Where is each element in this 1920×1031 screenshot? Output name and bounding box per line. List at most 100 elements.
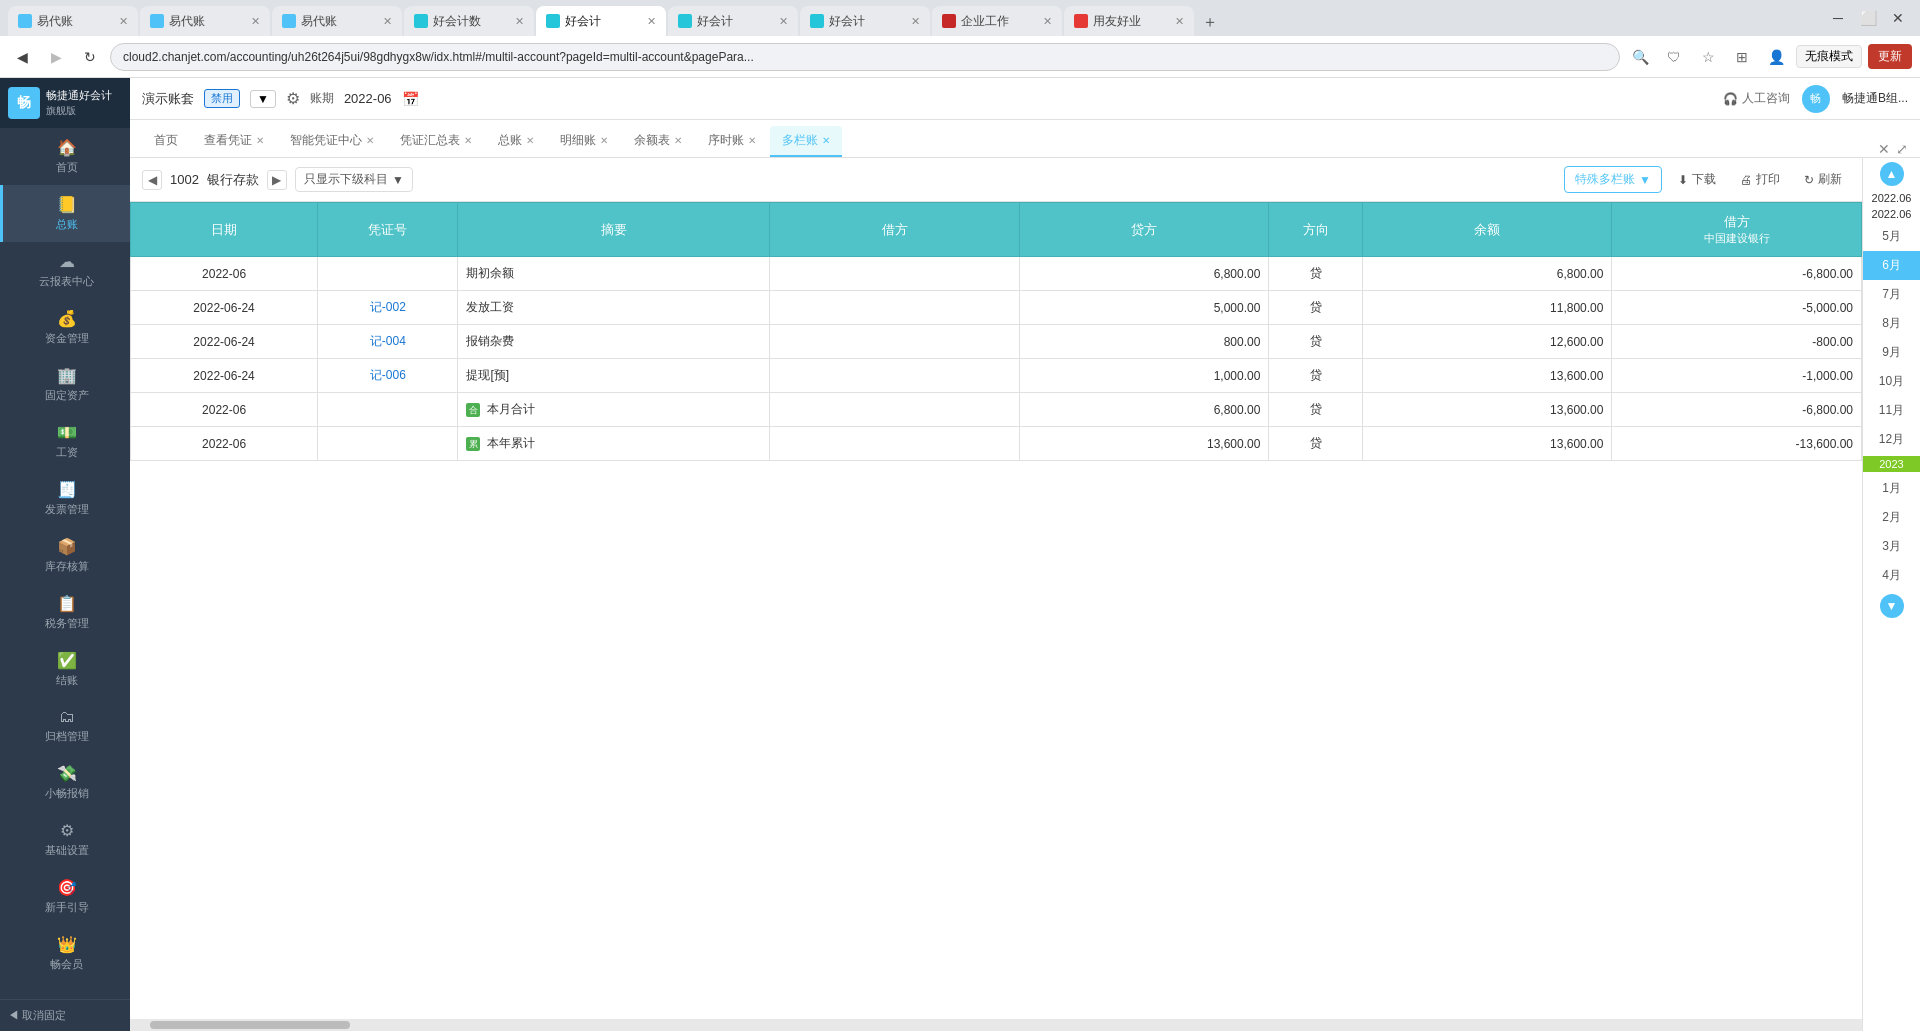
- tab-close-smart[interactable]: ✕: [366, 135, 374, 146]
- month-apr-2023[interactable]: 4月: [1863, 561, 1920, 590]
- tab-close-detail[interactable]: ✕: [600, 135, 608, 146]
- tab-close-balance[interactable]: ✕: [674, 135, 682, 146]
- update-button[interactable]: 更新: [1868, 44, 1912, 69]
- close-button[interactable]: ✕: [1884, 4, 1912, 32]
- horizontal-scrollbar[interactable]: [130, 1019, 1862, 1031]
- voucher-link-3[interactable]: 记-004: [370, 334, 406, 348]
- tab-voucher-summary[interactable]: 凭证汇总表 ✕: [388, 126, 484, 157]
- voucher-link-4[interactable]: 记-006: [370, 368, 406, 382]
- month-july[interactable]: 7月: [1863, 280, 1920, 309]
- tab-close-general[interactable]: ✕: [526, 135, 534, 146]
- browser-tab-1[interactable]: 易代账 ✕: [8, 6, 138, 36]
- calendar-icon[interactable]: 📅: [402, 91, 419, 107]
- special-multi-column-button[interactable]: 特殊多栏账 ▼: [1564, 166, 1662, 193]
- tab-general-ledger[interactable]: 总账 ✕: [486, 126, 546, 157]
- month-october[interactable]: 10月: [1863, 367, 1920, 396]
- cell-voucher-3[interactable]: 记-004: [318, 325, 458, 359]
- collapse-panel-button[interactable]: ✕: [1878, 141, 1890, 157]
- voucher-link-2[interactable]: 记-002: [370, 300, 406, 314]
- tab-close-7[interactable]: ✕: [911, 15, 920, 28]
- gear-settings-icon[interactable]: ⚙: [286, 89, 300, 108]
- month-feb-2023[interactable]: 2月: [1863, 503, 1920, 532]
- reload-button[interactable]: ↻: [76, 43, 104, 71]
- browser-tab-7[interactable]: 好会计 ✕: [800, 6, 930, 36]
- tab-close-sequence[interactable]: ✕: [748, 135, 756, 146]
- month-december[interactable]: 12月: [1863, 425, 1920, 454]
- sidebar-footer[interactable]: ◀ 取消固定: [0, 999, 130, 1031]
- split-screen-icon[interactable]: ⊞: [1728, 43, 1756, 71]
- print-button[interactable]: 🖨 打印: [1732, 167, 1788, 192]
- sidebar-item-inventory[interactable]: 📦 库存核算: [0, 527, 130, 584]
- tab-sequence[interactable]: 序时账 ✕: [696, 126, 768, 157]
- tab-close-6[interactable]: ✕: [779, 15, 788, 28]
- tab-close-8[interactable]: ✕: [1043, 15, 1052, 28]
- user-name-label[interactable]: 畅捷通B组...: [1842, 90, 1908, 107]
- sidebar-item-reports[interactable]: ☁ 云报表中心: [0, 242, 130, 299]
- month-june[interactable]: 6月: [1863, 251, 1920, 280]
- month-november[interactable]: 11月: [1863, 396, 1920, 425]
- browser-tab-6[interactable]: 好会计 ✕: [668, 6, 798, 36]
- tab-vouchers[interactable]: 查看凭证 ✕: [192, 126, 276, 157]
- cell-voucher-4[interactable]: 记-006: [318, 359, 458, 393]
- tab-balance[interactable]: 余额表 ✕: [622, 126, 694, 157]
- panel-up-button[interactable]: ▲: [1880, 162, 1904, 186]
- tab-close-1[interactable]: ✕: [119, 15, 128, 28]
- sidebar-item-ledger[interactable]: 📒 总账: [0, 185, 130, 242]
- tab-close-5[interactable]: ✕: [647, 15, 656, 28]
- browser-tab-5[interactable]: 好会计 ✕: [536, 6, 666, 36]
- profile-icon[interactable]: 👤: [1762, 43, 1790, 71]
- month-september[interactable]: 9月: [1863, 338, 1920, 367]
- browser-tab-9[interactable]: 用友好业 ✕: [1064, 6, 1194, 36]
- prev-account-button[interactable]: ◀: [142, 170, 162, 190]
- sidebar-item-expense[interactable]: 💸 小畅报销: [0, 754, 130, 811]
- browser-tab-8[interactable]: 企业工作 ✕: [932, 6, 1062, 36]
- minimize-button[interactable]: ─: [1824, 4, 1852, 32]
- cell-voucher-2[interactable]: 记-002: [318, 291, 458, 325]
- sidebar-item-home[interactable]: 🏠 首页: [0, 128, 130, 185]
- new-tab-button[interactable]: ＋: [1196, 8, 1224, 36]
- tab-close-9[interactable]: ✕: [1175, 15, 1184, 28]
- show-sub-accounts-button[interactable]: 只显示下级科目 ▼: [295, 167, 413, 192]
- tab-close-3[interactable]: ✕: [383, 15, 392, 28]
- dropdown-button[interactable]: ▼: [250, 90, 276, 108]
- back-button[interactable]: ◀: [8, 43, 36, 71]
- download-button[interactable]: ⬇ 下载: [1670, 167, 1724, 192]
- panel-down-button[interactable]: ▼: [1880, 594, 1904, 618]
- browser-tab-3[interactable]: 易代账 ✕: [272, 6, 402, 36]
- tab-multi-column[interactable]: 多栏账 ✕: [770, 126, 842, 157]
- incognito-mode-button[interactable]: 无痕模式: [1796, 45, 1862, 68]
- sidebar-item-close[interactable]: ✅ 结账: [0, 641, 130, 698]
- tab-detail-ledger[interactable]: 明细账 ✕: [548, 126, 620, 157]
- month-mar-2023[interactable]: 3月: [1863, 532, 1920, 561]
- browser-tab-2[interactable]: 易代账 ✕: [140, 6, 270, 36]
- scroll-thumb[interactable]: [150, 1021, 350, 1029]
- tab-home[interactable]: 首页: [142, 126, 190, 157]
- sidebar-item-settings[interactable]: ⚙ 基础设置: [0, 811, 130, 868]
- maximize-button[interactable]: ⬜: [1854, 4, 1882, 32]
- month-august[interactable]: 8月: [1863, 309, 1920, 338]
- sidebar-item-member[interactable]: 👑 畅会员: [0, 925, 130, 982]
- sidebar-item-assets[interactable]: 🏢 固定资产: [0, 356, 130, 413]
- tab-close-4[interactable]: ✕: [515, 15, 524, 28]
- next-account-button[interactable]: ▶: [267, 170, 287, 190]
- sidebar-item-invoice[interactable]: 🧾 发票管理: [0, 470, 130, 527]
- sidebar-item-tax[interactable]: 📋 税务管理: [0, 584, 130, 641]
- expand-panel-button[interactable]: ⤢: [1896, 141, 1908, 157]
- sidebar-item-payroll[interactable]: 💵 工资: [0, 413, 130, 470]
- sidebar-item-guide[interactable]: 🎯 新手引导: [0, 868, 130, 925]
- consult-button[interactable]: 🎧 人工咨询: [1723, 90, 1790, 107]
- sidebar-item-archive[interactable]: 🗂 归档管理: [0, 698, 130, 754]
- tab-close-summary[interactable]: ✕: [464, 135, 472, 146]
- month-may[interactable]: 5月: [1863, 222, 1920, 251]
- address-input[interactable]: [110, 43, 1620, 71]
- sidebar-item-finance[interactable]: 💰 资金管理: [0, 299, 130, 356]
- tab-close-multi[interactable]: ✕: [822, 135, 830, 146]
- forward-button[interactable]: ▶: [42, 43, 70, 71]
- tab-close-vouchers[interactable]: ✕: [256, 135, 264, 146]
- tab-close-2[interactable]: ✕: [251, 15, 260, 28]
- demo-badge[interactable]: 禁用: [204, 89, 240, 108]
- search-icon[interactable]: 🔍: [1626, 43, 1654, 71]
- star-icon[interactable]: ☆: [1694, 43, 1722, 71]
- refresh-button[interactable]: ↻ 刷新: [1796, 167, 1850, 192]
- tab-smart-vouchers[interactable]: 智能凭证中心 ✕: [278, 126, 386, 157]
